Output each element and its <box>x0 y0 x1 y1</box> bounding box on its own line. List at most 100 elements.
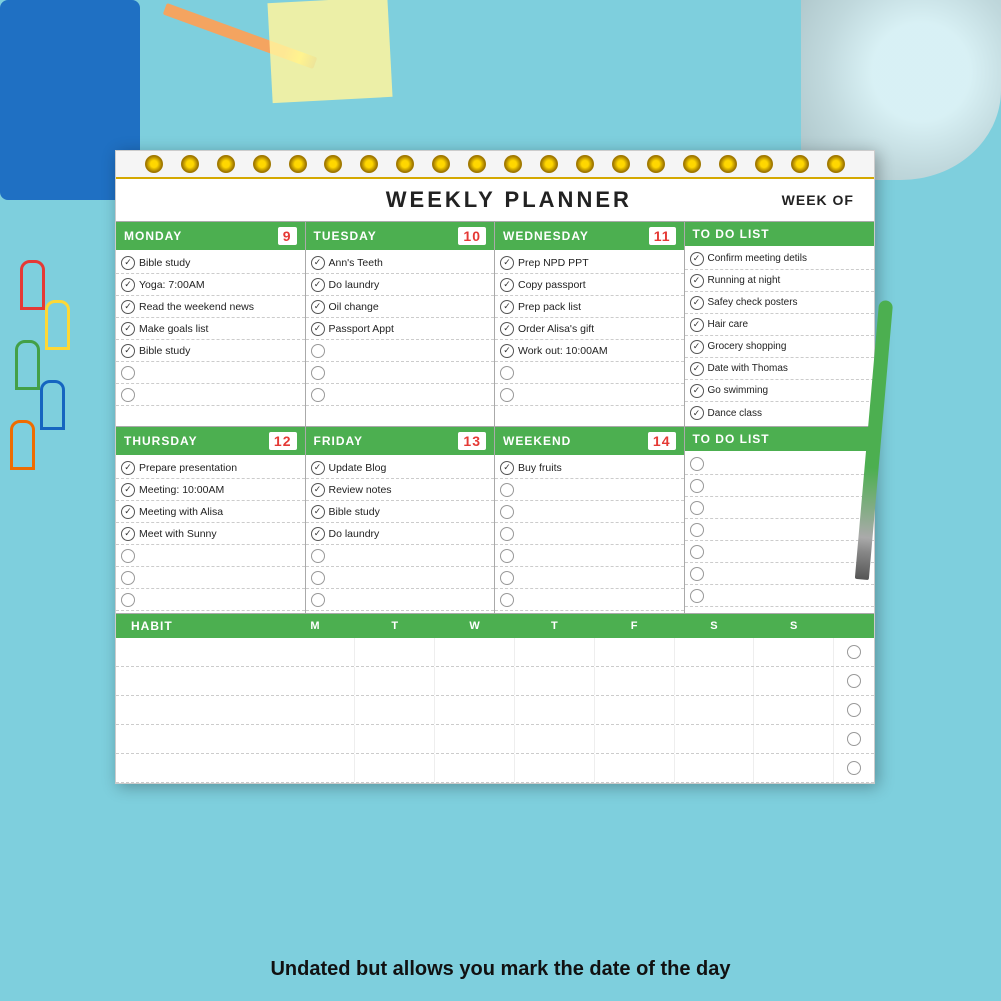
task-item[interactable]: Safey check posters <box>685 292 875 314</box>
task-item[interactable]: Copy passport <box>495 274 684 296</box>
task-item[interactable]: Ann's Teeth <box>306 252 495 274</box>
empty-circle <box>847 674 861 688</box>
habit-check-sa[interactable] <box>675 725 755 753</box>
task-item[interactable]: Work out: 10:00AM <box>495 340 684 362</box>
habit-check-m[interactable] <box>276 667 356 695</box>
task-item[interactable]: Update Blog <box>306 457 495 479</box>
habit-check-w[interactable] <box>435 754 515 782</box>
empty-task[interactable] <box>495 479 684 501</box>
empty-task[interactable] <box>306 362 495 384</box>
habit-check-sa[interactable] <box>675 696 755 724</box>
habit-check-t[interactable] <box>355 638 435 666</box>
habit-check-w[interactable] <box>435 725 515 753</box>
task-item[interactable]: Do laundry <box>306 274 495 296</box>
empty-task[interactable] <box>116 589 305 611</box>
task-item[interactable]: Yoga: 7:00AM <box>116 274 305 296</box>
empty-task[interactable] <box>306 545 495 567</box>
empty-task[interactable] <box>116 362 305 384</box>
task-item[interactable]: Grocery shopping <box>685 336 875 358</box>
habit-check-sa[interactable] <box>675 638 755 666</box>
task-text: Meeting: 10:00AM <box>139 484 224 496</box>
habit-todo-check <box>834 761 874 775</box>
empty-task[interactable] <box>685 541 875 563</box>
empty-task[interactable] <box>495 384 684 406</box>
habit-check-w[interactable] <box>435 638 515 666</box>
task-item[interactable]: Date with Thomas <box>685 358 875 380</box>
habit-check-su[interactable] <box>754 725 834 753</box>
habit-check-f[interactable] <box>595 696 675 724</box>
habit-check-t[interactable] <box>355 667 435 695</box>
task-item[interactable]: Bible study <box>306 501 495 523</box>
habit-check-th[interactable] <box>515 696 595 724</box>
empty-task[interactable] <box>495 567 684 589</box>
task-item[interactable]: Go swimming <box>685 380 875 402</box>
empty-task[interactable] <box>495 362 684 384</box>
habit-check-th[interactable] <box>515 754 595 782</box>
empty-task[interactable] <box>116 384 305 406</box>
habit-check-su[interactable] <box>754 696 834 724</box>
habit-check-th[interactable] <box>515 638 595 666</box>
empty-task[interactable] <box>685 563 875 585</box>
habit-check-sa[interactable] <box>675 754 755 782</box>
task-item[interactable]: Prep pack list <box>495 296 684 318</box>
task-item[interactable]: Meet with Sunny <box>116 523 305 545</box>
habit-check-su[interactable] <box>754 754 834 782</box>
task-item[interactable]: Running at night <box>685 270 875 292</box>
empty-task[interactable] <box>495 545 684 567</box>
task-item[interactable]: Buy fruits <box>495 457 684 479</box>
habit-check-w[interactable] <box>435 696 515 724</box>
habit-check-t[interactable] <box>355 725 435 753</box>
spiral <box>289 155 307 173</box>
habit-check-th[interactable] <box>515 667 595 695</box>
habit-check-th[interactable] <box>515 725 595 753</box>
habit-check-w[interactable] <box>435 667 515 695</box>
empty-task[interactable] <box>495 589 684 611</box>
empty-task[interactable] <box>685 519 875 541</box>
habit-check-su[interactable] <box>754 667 834 695</box>
task-item[interactable]: Bible study <box>116 252 305 274</box>
habit-check-m[interactable] <box>276 725 356 753</box>
empty-task[interactable] <box>685 585 875 607</box>
task-item[interactable]: Meeting: 10:00AM <box>116 479 305 501</box>
habit-check-m[interactable] <box>276 754 356 782</box>
habit-check-t[interactable] <box>355 754 435 782</box>
habit-check-m[interactable] <box>276 638 356 666</box>
empty-task[interactable] <box>306 589 495 611</box>
empty-task[interactable] <box>116 545 305 567</box>
task-item[interactable]: Do laundry <box>306 523 495 545</box>
task-item[interactable]: Make goals list <box>116 318 305 340</box>
spiral <box>253 155 271 173</box>
habit-check-f[interactable] <box>595 667 675 695</box>
empty-task[interactable] <box>495 523 684 545</box>
empty-circle <box>690 501 704 515</box>
task-item[interactable]: Meeting with Alisa <box>116 501 305 523</box>
empty-task[interactable] <box>685 497 875 519</box>
habit-check-f[interactable] <box>595 725 675 753</box>
task-item[interactable]: Passport Appt <box>306 318 495 340</box>
habit-check-m[interactable] <box>276 696 356 724</box>
task-text: Prep pack list <box>518 301 581 313</box>
task-item[interactable]: Order Alisa's gift <box>495 318 684 340</box>
task-item[interactable]: Dance class <box>685 402 875 424</box>
empty-task[interactable] <box>306 567 495 589</box>
empty-task[interactable] <box>116 567 305 589</box>
empty-task[interactable] <box>306 340 495 362</box>
task-item[interactable]: Review notes <box>306 479 495 501</box>
habit-check-su[interactable] <box>754 638 834 666</box>
task-item[interactable]: Read the weekend news <box>116 296 305 318</box>
habit-check-sa[interactable] <box>675 667 755 695</box>
task-item[interactable]: Hair care <box>685 314 875 336</box>
task-item[interactable]: Prepare presentation <box>116 457 305 479</box>
task-item[interactable]: Confirm meeting detils <box>685 248 875 270</box>
empty-task[interactable] <box>685 475 875 497</box>
task-item[interactable]: Bible study <box>116 340 305 362</box>
empty-task[interactable] <box>685 453 875 475</box>
habit-check-t[interactable] <box>355 696 435 724</box>
task-item[interactable]: Prep NPD PPT <box>495 252 684 274</box>
empty-task[interactable] <box>306 384 495 406</box>
habit-check-f[interactable] <box>595 754 675 782</box>
habit-check-f[interactable] <box>595 638 675 666</box>
task-item[interactable]: Oil change <box>306 296 495 318</box>
empty-task[interactable] <box>495 501 684 523</box>
task-text: Yoga: 7:00AM <box>139 279 205 291</box>
